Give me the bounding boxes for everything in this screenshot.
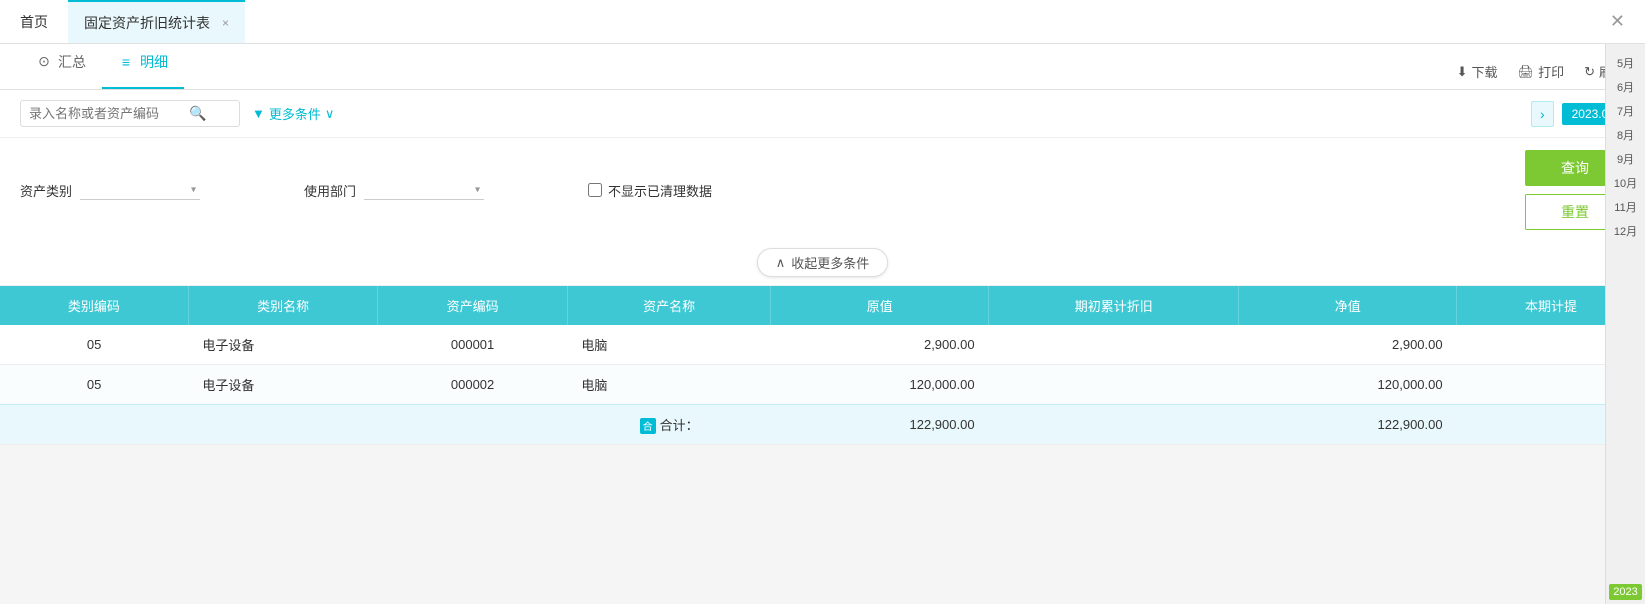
- home-nav-item[interactable]: 首页: [0, 0, 68, 43]
- filter-row-1: 资产类别 使用部门 不显示已清理数据 查询 重置: [20, 150, 1625, 230]
- tab-summary-label: 汇总: [58, 52, 86, 72]
- cell-asset-name: 电脑: [567, 325, 771, 365]
- filter-bar: 🔍 ▼ 更多条件 ∨ › 2023.01: [0, 90, 1645, 138]
- print-icon: 🖨: [1518, 64, 1535, 80]
- cell-net-value: 2,900.00: [1239, 325, 1457, 365]
- search-input[interactable]: [29, 106, 189, 121]
- month-item[interactable]: 8月: [1606, 124, 1645, 146]
- col-header-net-value: 净值: [1239, 286, 1457, 325]
- month-item[interactable]: 11月: [1606, 196, 1645, 218]
- sub-tabs-bar: ⊙ 汇总 ≡ 明细 ⬇ 下载 🖨 打印 ↻ 刷新: [0, 44, 1645, 90]
- total-row: 合合计： 122,900.00 122,900.00: [0, 405, 1645, 445]
- data-table: 类别编码 类别名称 资产编码 资产名称 原值 期初累计折旧 净值 本期计提 05…: [0, 286, 1645, 445]
- more-filter-label: 更多条件: [269, 104, 321, 123]
- date-nav-arrow[interactable]: ›: [1531, 101, 1554, 127]
- department-select[interactable]: [364, 180, 484, 200]
- print-btn[interactable]: 🖨 打印: [1518, 62, 1565, 81]
- department-filter: 使用部门: [304, 180, 484, 200]
- total-label: 合合计：: [567, 405, 771, 445]
- tab-close-btn[interactable]: ×: [222, 16, 229, 30]
- download-label: 下载: [1472, 62, 1498, 81]
- collapse-label: 收起更多条件: [791, 253, 869, 272]
- tab-summary[interactable]: ⊙ 汇总: [20, 44, 102, 89]
- right-panel: 5月6月7月8月9月10月11月12月 2023: [1605, 44, 1645, 604]
- cell-asset-name: 电脑: [567, 365, 771, 405]
- toolbar-right: ⬇ 下载 🖨 打印 ↻ 刷新: [1457, 62, 1625, 89]
- advanced-filter-panel: 资产类别 使用部门 不显示已清理数据 查询 重置 ∧: [0, 138, 1645, 286]
- download-icon: ⬇: [1457, 64, 1468, 80]
- department-label: 使用部门: [304, 181, 356, 200]
- asset-category-select[interactable]: [80, 180, 200, 200]
- table-row: 05 电子设备 000001 电脑 2,900.00 2,900.00: [0, 325, 1645, 365]
- table-row: 05 电子设备 000002 电脑 120,000.00 120,000.00: [0, 365, 1645, 405]
- col-header-category-name: 类别名称: [188, 286, 378, 325]
- download-btn[interactable]: ⬇ 下载: [1457, 62, 1498, 81]
- chevron-down-icon: ∨: [325, 106, 335, 122]
- cell-asset-code: 000001: [378, 325, 568, 365]
- department-select-wrap: [364, 180, 484, 200]
- cell-category-code: 05: [0, 325, 188, 365]
- total-original-value: 122,900.00: [771, 405, 989, 445]
- collapse-btn[interactable]: ∧ 收起更多条件: [757, 248, 889, 277]
- asset-category-filter: 资产类别: [20, 180, 200, 200]
- active-tab[interactable]: 固定资产折旧统计表 ×: [68, 0, 245, 43]
- data-table-wrap: 类别编码 类别名称 资产编码 资产名称 原值 期初累计折旧 净值 本期计提 05…: [0, 286, 1645, 445]
- hide-cleared-label: 不显示已清理数据: [608, 181, 712, 200]
- refresh-icon: ↻: [1584, 64, 1595, 80]
- total-icon: 合: [640, 418, 656, 434]
- total-net-value: 122,900.00: [1239, 405, 1457, 445]
- col-header-accumulated-dep: 期初累计折旧: [989, 286, 1239, 325]
- cell-net-value: 120,000.00: [1239, 365, 1457, 405]
- summary-icon: ⊙: [36, 54, 52, 70]
- chevron-up-icon: ∧: [776, 255, 786, 271]
- cell-category-name: 电子设备: [188, 325, 378, 365]
- cell-original-value: 120,000.00: [771, 365, 989, 405]
- month-item[interactable]: 10月: [1606, 172, 1645, 194]
- table-header-row: 类别编码 类别名称 资产编码 资产名称 原值 期初累计折旧 净值 本期计提: [0, 286, 1645, 325]
- collapse-btn-row: ∧ 收起更多条件: [20, 240, 1625, 285]
- cell-accumulated-dep: [989, 365, 1239, 405]
- filter-icon: ▼: [252, 106, 265, 121]
- col-header-original-value: 原值: [771, 286, 989, 325]
- cell-original-value: 2,900.00: [771, 325, 989, 365]
- total-label-cell: [0, 405, 567, 445]
- detail-icon: ≡: [118, 54, 134, 70]
- month-item[interactable]: 7月: [1606, 100, 1645, 122]
- cell-category-code: 05: [0, 365, 188, 405]
- col-header-asset-name: 资产名称: [567, 286, 771, 325]
- month-item[interactable]: 9月: [1606, 148, 1645, 170]
- cell-asset-code: 000002: [378, 365, 568, 405]
- tab-detail-label: 明细: [140, 52, 168, 72]
- col-header-asset-code: 资产编码: [378, 286, 568, 325]
- col-header-category-code: 类别编码: [0, 286, 188, 325]
- month-item[interactable]: 12月: [1606, 220, 1645, 242]
- active-tab-label: 固定资产折旧统计表: [84, 13, 210, 33]
- search-input-wrap: 🔍: [20, 100, 240, 127]
- window-close-btn[interactable]: ✕: [1610, 11, 1645, 32]
- search-icon[interactable]: 🔍: [189, 105, 206, 122]
- print-label: 打印: [1538, 62, 1564, 81]
- year-badge: 2023: [1609, 584, 1641, 600]
- more-filter-btn[interactable]: ▼ 更多条件 ∨: [252, 104, 334, 123]
- hide-cleared-checkbox[interactable]: [588, 183, 602, 197]
- tab-detail[interactable]: ≡ 明细: [102, 44, 184, 89]
- top-nav: 首页 固定资产折旧统计表 × ✕: [0, 0, 1645, 44]
- month-item[interactable]: 5月: [1606, 52, 1645, 74]
- hide-cleared-checkbox-item[interactable]: 不显示已清理数据: [588, 181, 712, 200]
- cell-accumulated-dep: [989, 325, 1239, 365]
- total-accumulated-dep: [989, 405, 1239, 445]
- asset-category-label: 资产类别: [20, 181, 72, 200]
- asset-category-select-wrap: [80, 180, 200, 200]
- cell-category-name: 电子设备: [188, 365, 378, 405]
- month-item[interactable]: 6月: [1606, 76, 1645, 98]
